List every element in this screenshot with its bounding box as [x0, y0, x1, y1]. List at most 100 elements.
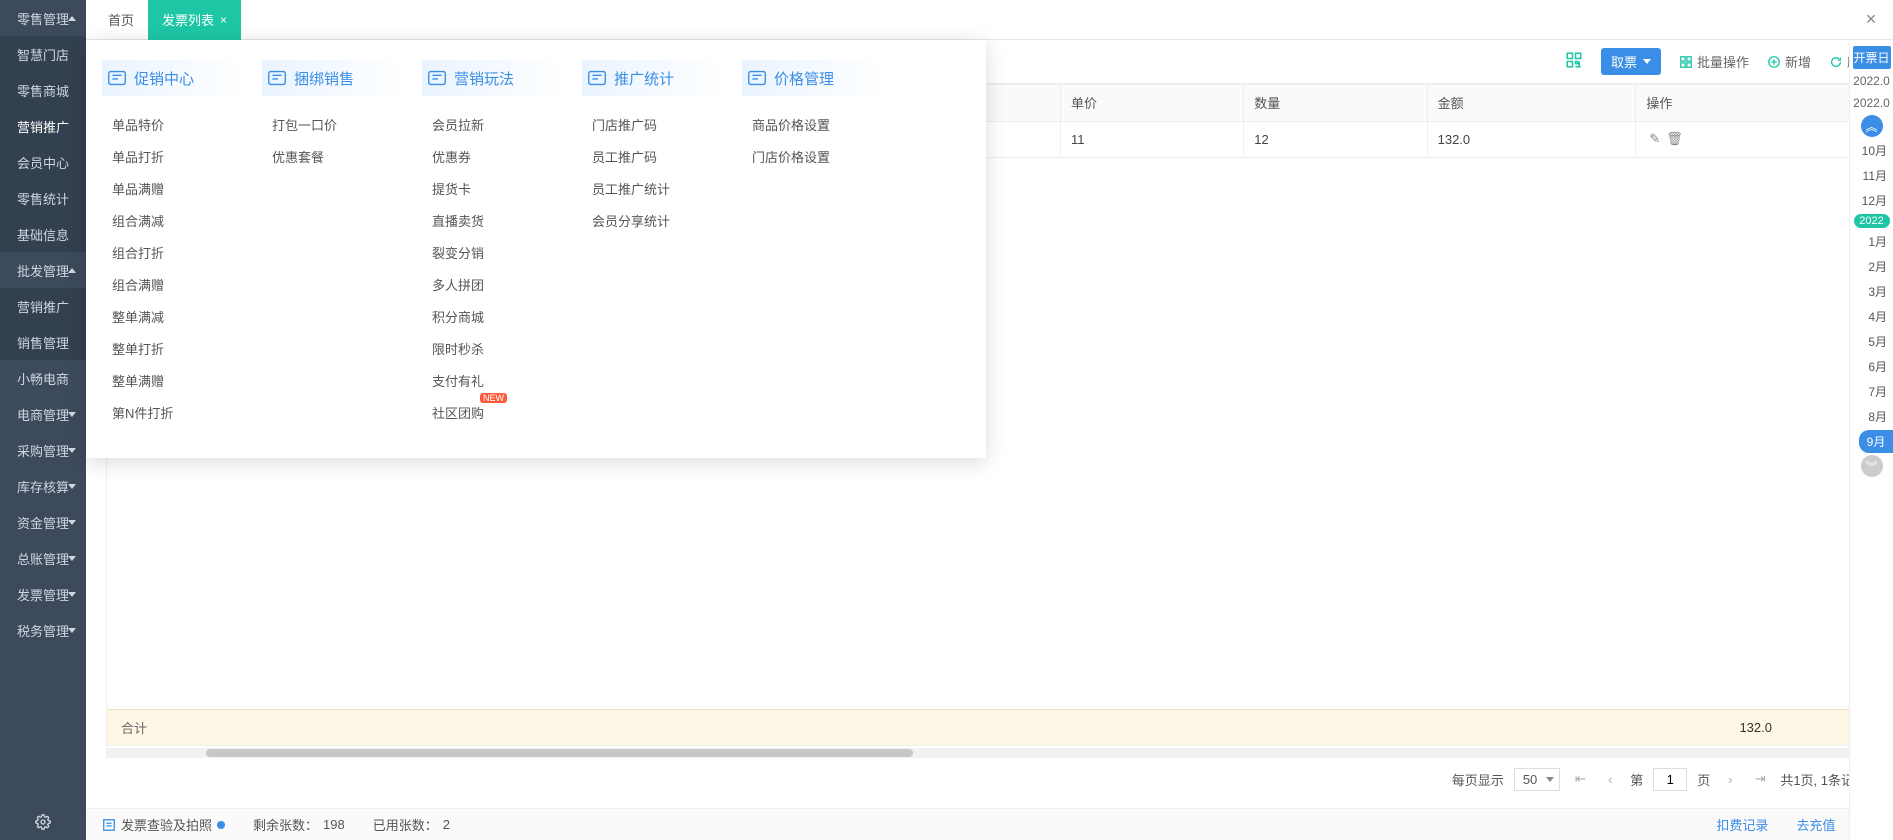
mega-menu-item[interactable]: 直播卖货: [422, 204, 568, 236]
scroll-up-icon[interactable]: ︽: [1861, 115, 1883, 137]
timeline-month[interactable]: 9月: [1859, 430, 1893, 453]
sidebar-item[interactable]: 小畅电商: [0, 360, 86, 396]
timeline-month[interactable]: 7月: [1850, 380, 1893, 403]
mega-menu-item[interactable]: 员工推广统计: [582, 172, 728, 204]
mega-menu-item[interactable]: 社区团购NEW: [422, 396, 568, 428]
mega-menu-item[interactable]: 会员分享统计: [582, 204, 728, 236]
timeline-month[interactable]: 10月: [1850, 139, 1893, 162]
sidebar-item[interactable]: 电商管理: [0, 396, 86, 432]
sidebar: 零售管理智慧门店零售商城营销推广会员中心零售统计基础信息批发管理营销推广销售管理…: [0, 0, 86, 840]
mega-menu-item[interactable]: 积分商城: [422, 300, 568, 332]
mega-menu-item[interactable]: 第N件打折: [102, 396, 248, 428]
prev-page-button[interactable]: ‹: [1600, 772, 1620, 787]
mega-menu-column: 营销玩法会员拉新优惠券提货卡直播卖货裂变分销多人拼团积分商城限时秒杀支付有礼社区…: [416, 60, 574, 428]
sidebar-subitem[interactable]: 营销推广: [0, 288, 86, 324]
sidebar-subitem[interactable]: 基础信息: [0, 216, 86, 252]
mega-menu-item[interactable]: 会员拉新: [422, 108, 568, 140]
sidebar-subitem[interactable]: 智慧门店: [0, 36, 86, 72]
recharge-link[interactable]: 去充值: [1796, 815, 1835, 834]
mega-menu-item[interactable]: 多人拼团: [422, 268, 568, 300]
sidebar-subitem[interactable]: 零售商城: [0, 72, 86, 108]
mega-menu-item[interactable]: 优惠套餐: [262, 140, 408, 172]
timeline-month[interactable]: 3月: [1850, 280, 1893, 303]
mega-menu-heading: 价格管理: [742, 60, 888, 96]
timeline-date[interactable]: 2022.0: [1850, 71, 1893, 91]
sidebar-subitem[interactable]: 营销推广: [0, 108, 86, 144]
mega-menu-column: 价格管理商品价格设置门店价格设置: [736, 60, 894, 428]
sidebar-item[interactable]: 采购管理: [0, 432, 86, 468]
mega-menu-item[interactable]: 优惠券: [422, 140, 568, 172]
horizontal-scrollbar[interactable]: [106, 748, 1873, 758]
deduction-record-link[interactable]: 扣费记录: [1716, 815, 1768, 834]
timeline-month[interactable]: 4月: [1850, 305, 1893, 328]
status-bar: 发票查验及拍照 剩余张数： 198 已用张数： 2 扣费记录 去充值 ×: [86, 808, 1893, 840]
per-page-select[interactable]: 50: [1514, 768, 1560, 791]
mega-menu-item[interactable]: 整单满减: [102, 300, 248, 332]
invoice-icon: [102, 818, 116, 832]
mega-menu-item[interactable]: 整单满赠: [102, 364, 248, 396]
settings-button[interactable]: [0, 804, 86, 840]
delete-icon[interactable]: 🗑: [1666, 131, 1683, 146]
sidebar-item[interactable]: 税务管理: [0, 612, 86, 648]
mega-menu-item[interactable]: 单品特价: [102, 108, 248, 140]
mega-menu-item[interactable]: 门店推广码: [582, 108, 728, 140]
table-header: 金额: [1427, 85, 1636, 121]
timeline-month[interactable]: 1月: [1850, 230, 1893, 253]
timeline-month[interactable]: 8月: [1850, 405, 1893, 428]
sidebar-item[interactable]: 资金管理: [0, 504, 86, 540]
table-header: 数量: [1244, 85, 1427, 121]
close-icon[interactable]: ×: [220, 13, 227, 27]
mega-menu-item[interactable]: 组合满减: [102, 204, 248, 236]
page-suffix: 页: [1697, 770, 1710, 789]
sidebar-subitem[interactable]: 会员中心: [0, 144, 86, 180]
sidebar-item[interactable]: 零售管理: [0, 0, 86, 36]
close-icon[interactable]: ×: [1857, 9, 1885, 30]
mega-menu-item[interactable]: 提货卡: [422, 172, 568, 204]
timeline-month[interactable]: 2月: [1850, 255, 1893, 278]
mega-menu-item[interactable]: 商品价格设置: [742, 108, 888, 140]
mega-menu-item[interactable]: 组合满赠: [102, 268, 248, 300]
year-badge: 2022: [1854, 214, 1890, 228]
invoice-check-link[interactable]: 发票查验及拍照: [102, 815, 225, 834]
remaining-count: 剩余张数： 198: [253, 815, 345, 834]
invoice-date-button[interactable]: 开票日: [1853, 46, 1891, 69]
tab[interactable]: 发票列表×: [148, 0, 241, 40]
timeline-month[interactable]: 5月: [1850, 330, 1893, 353]
timeline-date[interactable]: 2022.0: [1850, 93, 1893, 113]
mega-menu-item[interactable]: 裂变分销: [422, 236, 568, 268]
mega-menu-item[interactable]: 限时秒杀: [422, 332, 568, 364]
mega-menu-item[interactable]: 单品满赠: [102, 172, 248, 204]
page-input[interactable]: [1653, 768, 1687, 791]
mega-menu-item[interactable]: 打包一口价: [262, 108, 408, 140]
sidebar-item[interactable]: 总账管理: [0, 540, 86, 576]
new-badge: NEW: [480, 393, 507, 403]
mega-menu-item[interactable]: 门店价格设置: [742, 140, 888, 172]
timeline-month[interactable]: 11月: [1850, 164, 1893, 187]
qr-icon[interactable]: [1565, 51, 1583, 72]
add-button[interactable]: 新增: [1767, 52, 1811, 71]
last-page-button[interactable]: ⇥: [1750, 771, 1770, 787]
mega-menu-item[interactable]: 整单打折: [102, 332, 248, 364]
batch-action-button[interactable]: 批量操作: [1679, 52, 1749, 71]
cell-price: 11: [1060, 121, 1243, 157]
next-page-button[interactable]: ›: [1720, 772, 1740, 787]
sidebar-item[interactable]: 批发管理: [0, 252, 86, 288]
mega-menu-item[interactable]: 员工推广码: [582, 140, 728, 172]
timeline-month[interactable]: 6月: [1850, 355, 1893, 378]
mega-menu-item[interactable]: 支付有礼: [422, 364, 568, 396]
sidebar-subitem[interactable]: 零售统计: [0, 180, 86, 216]
sidebar-subitem[interactable]: 销售管理: [0, 324, 86, 360]
mega-menu-item[interactable]: 组合打折: [102, 236, 248, 268]
timeline-month[interactable]: 12月: [1850, 189, 1893, 212]
sidebar-item[interactable]: 发票管理: [0, 576, 86, 612]
mega-menu-heading: 促销中心: [102, 60, 248, 96]
pagination: 每页显示 50 ⇤ ‹ 第 页 › ⇥ 共1页, 1条记录: [106, 758, 1873, 800]
first-page-button[interactable]: ⇤: [1570, 771, 1590, 787]
scroll-down-icon[interactable]: ︾: [1861, 455, 1883, 477]
main-area: 首页发票列表× × 取票 批量操作 新增 刷新: [86, 0, 1893, 840]
fetch-invoice-button[interactable]: 取票: [1601, 48, 1661, 75]
sidebar-item[interactable]: 库存核算: [0, 468, 86, 504]
tab[interactable]: 首页: [94, 0, 148, 40]
edit-icon[interactable]: ✎: [1649, 131, 1660, 146]
mega-menu-item[interactable]: 单品打折: [102, 140, 248, 172]
